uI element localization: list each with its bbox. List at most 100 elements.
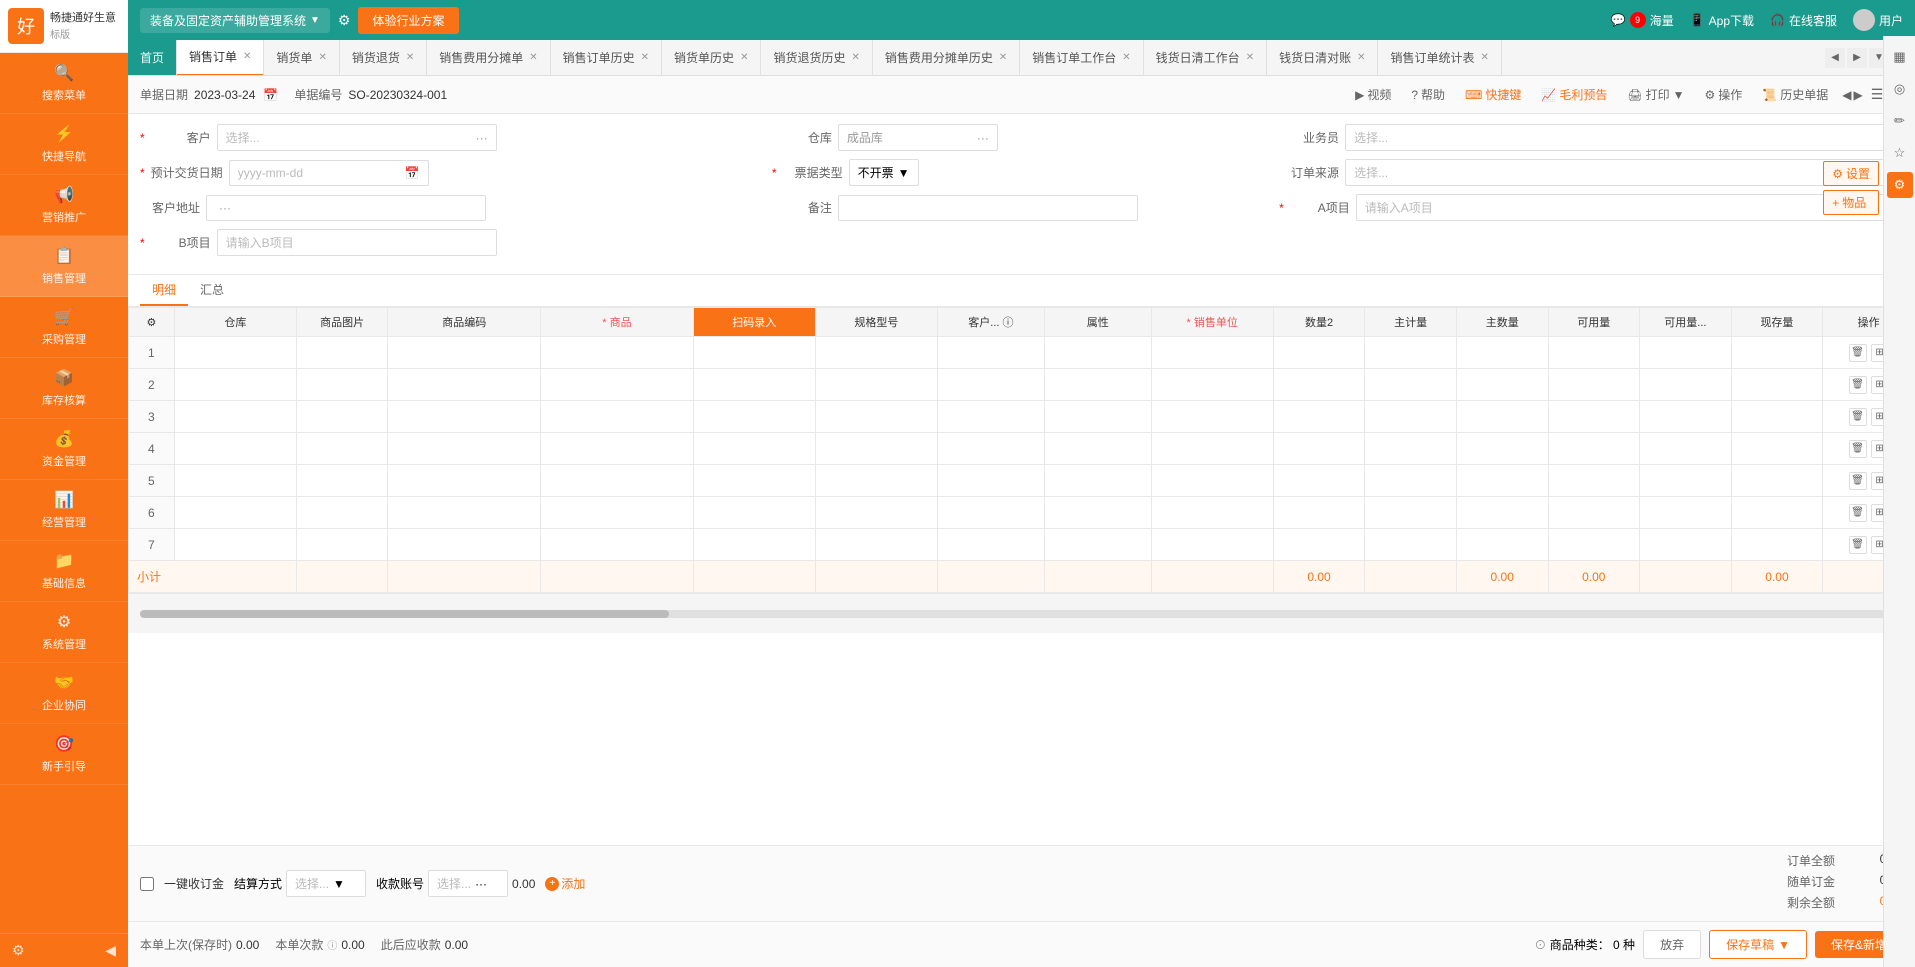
delivery-date-input[interactable]: yyyy-mm-dd 📅 <box>229 160 429 186</box>
operations-btn[interactable]: ⚙ 操作 <box>1698 84 1748 105</box>
row-2-main-qty[interactable] <box>1456 369 1548 401</box>
tab-close-icon[interactable]: ✕ <box>1122 52 1130 63</box>
row-1-scan[interactable] <box>693 337 815 369</box>
user-item[interactable]: 用户 <box>1853 9 1903 31</box>
row-2-attr[interactable] <box>1044 369 1151 401</box>
row-2-avail2[interactable] <box>1640 369 1732 401</box>
notes-input[interactable] <box>838 195 1138 221</box>
payment-method-select[interactable]: 选择... ▼ <box>286 870 366 897</box>
row-1-main-unit[interactable] <box>1365 337 1457 369</box>
add-goods-btn[interactable]: + 物品 <box>1823 190 1879 215</box>
row-1-main-qty[interactable] <box>1456 337 1548 369</box>
online-service-item[interactable]: 🎧 在线客服 <box>1770 12 1837 29</box>
tab-close-icon[interactable]: ✕ <box>851 52 859 63</box>
history-btn[interactable]: 📜 历史单据 <box>1756 84 1834 105</box>
table-scrollbar[interactable] <box>128 593 1915 633</box>
rsp-star-icon[interactable]: ☆ <box>1887 140 1913 166</box>
sidebar-item-marketing[interactable]: 📢 营销推广 <box>0 175 128 236</box>
salesperson-input[interactable]: 选择... ··· <box>1345 124 1903 151</box>
shortcuts-btn[interactable]: ⌨ 快捷键 <box>1459 84 1527 105</box>
tab-close-icon[interactable]: ✕ <box>1357 52 1365 63</box>
nav-next-icon[interactable]: ▶ <box>1853 88 1862 102</box>
customer-address-input[interactable]: ··· <box>206 195 486 221</box>
scroll-track[interactable] <box>140 610 1903 618</box>
warehouse-input[interactable]: 成品库 ··· <box>838 124 998 151</box>
rsp-circle-icon[interactable]: ◎ <box>1887 76 1913 102</box>
row-2-customer[interactable] <box>937 369 1044 401</box>
tab-close-icon[interactable]: ✕ <box>406 52 414 63</box>
row-1-attr[interactable] <box>1044 337 1151 369</box>
tab-sales-return[interactable]: 销货退货 ✕ <box>340 40 427 76</box>
tab-sales-order-history[interactable]: 销售订单历史 ✕ <box>551 40 662 76</box>
sidebar-item-search[interactable]: 🔍 搜索菜单 <box>0 53 128 114</box>
sidebar-item-guide[interactable]: 🎯 新手引导 <box>0 724 128 785</box>
discard-button[interactable]: 放弃 <box>1643 930 1701 959</box>
tab-next-arrow[interactable]: ▶ <box>1847 48 1867 68</box>
profit-forecast-btn[interactable]: 📈 毛利预告 <box>1535 84 1613 105</box>
tab-close-icon[interactable]: ✕ <box>641 52 649 63</box>
th-scan[interactable]: 扫码录入 <box>693 308 815 337</box>
one-click-deposit-checkbox[interactable] <box>140 877 154 891</box>
nav-prev-icon[interactable]: ◀ <box>1842 88 1851 102</box>
topbar-settings-icon[interactable]: ⚙ <box>338 12 351 29</box>
tab-sales-invoice[interactable]: 销货单 ✕ <box>264 40 339 76</box>
row-2-product[interactable] <box>541 369 694 401</box>
row-1-stock[interactable] <box>1731 337 1823 369</box>
row-1-avail2[interactable] <box>1640 337 1732 369</box>
help-btn[interactable]: ? 帮助 <box>1405 84 1451 105</box>
app-download-item[interactable]: 📱 App下载 <box>1690 12 1754 29</box>
row-1-unit[interactable] <box>1151 337 1273 369</box>
collapse-icon[interactable]: ◀ <box>105 942 116 959</box>
tab-daily-reconcile[interactable]: 钱货日清对账 ✕ <box>1267 40 1378 76</box>
rsp-settings-icon[interactable]: ⚙ <box>1887 172 1913 198</box>
row-2-qty2[interactable] <box>1273 369 1365 401</box>
sidebar-item-basic-info[interactable]: 📁 基础信息 <box>0 541 128 602</box>
row-2-delete-btn[interactable]: 🗑 <box>1849 376 1867 394</box>
settings-bottom-icon[interactable]: ⚙ <box>12 942 25 959</box>
row-2-warehouse[interactable] <box>174 369 296 401</box>
tab-prev-arrow[interactable]: ◀ <box>1825 48 1845 68</box>
row-1-spec[interactable] <box>815 337 937 369</box>
invoice-type-select[interactable]: 不开票 ▼ <box>849 159 919 186</box>
sidebar-item-sales[interactable]: 📋 销售管理 <box>0 236 128 297</box>
tab-sales-stats[interactable]: 销售订单统计表 ✕ <box>1378 40 1501 76</box>
row-3-delete-btn[interactable]: 🗑 <box>1849 408 1867 426</box>
a-project-input[interactable]: 请输入A项目 <box>1356 194 1903 221</box>
tab-close-icon[interactable]: ✕ <box>1246 52 1254 63</box>
list-view-icon[interactable]: ☰ <box>1871 86 1884 103</box>
row-1-img[interactable] <box>296 337 388 369</box>
sidebar-item-enterprise[interactable]: 🤝 企业协同 <box>0 663 128 724</box>
tab-summary[interactable]: 汇总 <box>188 275 236 306</box>
tab-sales-workbench[interactable]: 销售订单工作台 ✕ <box>1020 40 1143 76</box>
th-settings[interactable]: ⚙ <box>129 308 175 337</box>
notification-item[interactable]: 💬 9 海量 <box>1611 12 1674 29</box>
row-1-delete-btn[interactable]: 🗑 <box>1849 344 1867 362</box>
view-video-btn[interactable]: ▶ 视频 <box>1349 84 1397 105</box>
row-1-qty2[interactable] <box>1273 337 1365 369</box>
sidebar-item-quick-nav[interactable]: ⚡ 快捷导航 <box>0 114 128 175</box>
sidebar-item-system[interactable]: ⚙ 系统管理 <box>0 602 128 663</box>
tab-invoice-history[interactable]: 销货单历史 ✕ <box>662 40 761 76</box>
row-1-warehouse[interactable] <box>174 337 296 369</box>
tab-fee-history[interactable]: 销售费用分摊单历史 ✕ <box>873 40 1020 76</box>
tab-close-icon[interactable]: ✕ <box>318 52 326 63</box>
add-payment-btn[interactable]: + 添加 <box>545 875 585 892</box>
tab-sales-fee[interactable]: 销售费用分摊单 ✕ <box>427 40 550 76</box>
b-project-input[interactable]: 请输入B项目 <box>217 229 497 256</box>
row-5-delete-btn[interactable]: 🗑 <box>1849 472 1867 490</box>
row-1-code[interactable] <box>388 337 541 369</box>
row-1-customer[interactable] <box>937 337 1044 369</box>
scroll-thumb[interactable] <box>140 610 669 618</box>
row-2-avail[interactable] <box>1548 369 1640 401</box>
tab-sales-order[interactable]: 销售订单 ✕ <box>177 40 264 76</box>
account-select[interactable]: 选择... ··· <box>428 870 508 897</box>
tab-close-icon[interactable]: ✕ <box>740 52 748 63</box>
order-source-input[interactable]: 选择... ▼ <box>1345 159 1903 186</box>
rsp-edit-icon[interactable]: ✏ <box>1887 108 1913 134</box>
industry-solution-button[interactable]: 体验行业方案 <box>358 7 458 34</box>
sidebar-item-finance[interactable]: 💰 资金管理 <box>0 419 128 480</box>
tab-close-icon[interactable]: ✕ <box>529 52 537 63</box>
customer-input[interactable]: 选择... ··· <box>217 124 497 151</box>
tab-home[interactable]: 首页 <box>128 40 177 76</box>
tab-close-icon[interactable]: ✕ <box>243 51 251 62</box>
